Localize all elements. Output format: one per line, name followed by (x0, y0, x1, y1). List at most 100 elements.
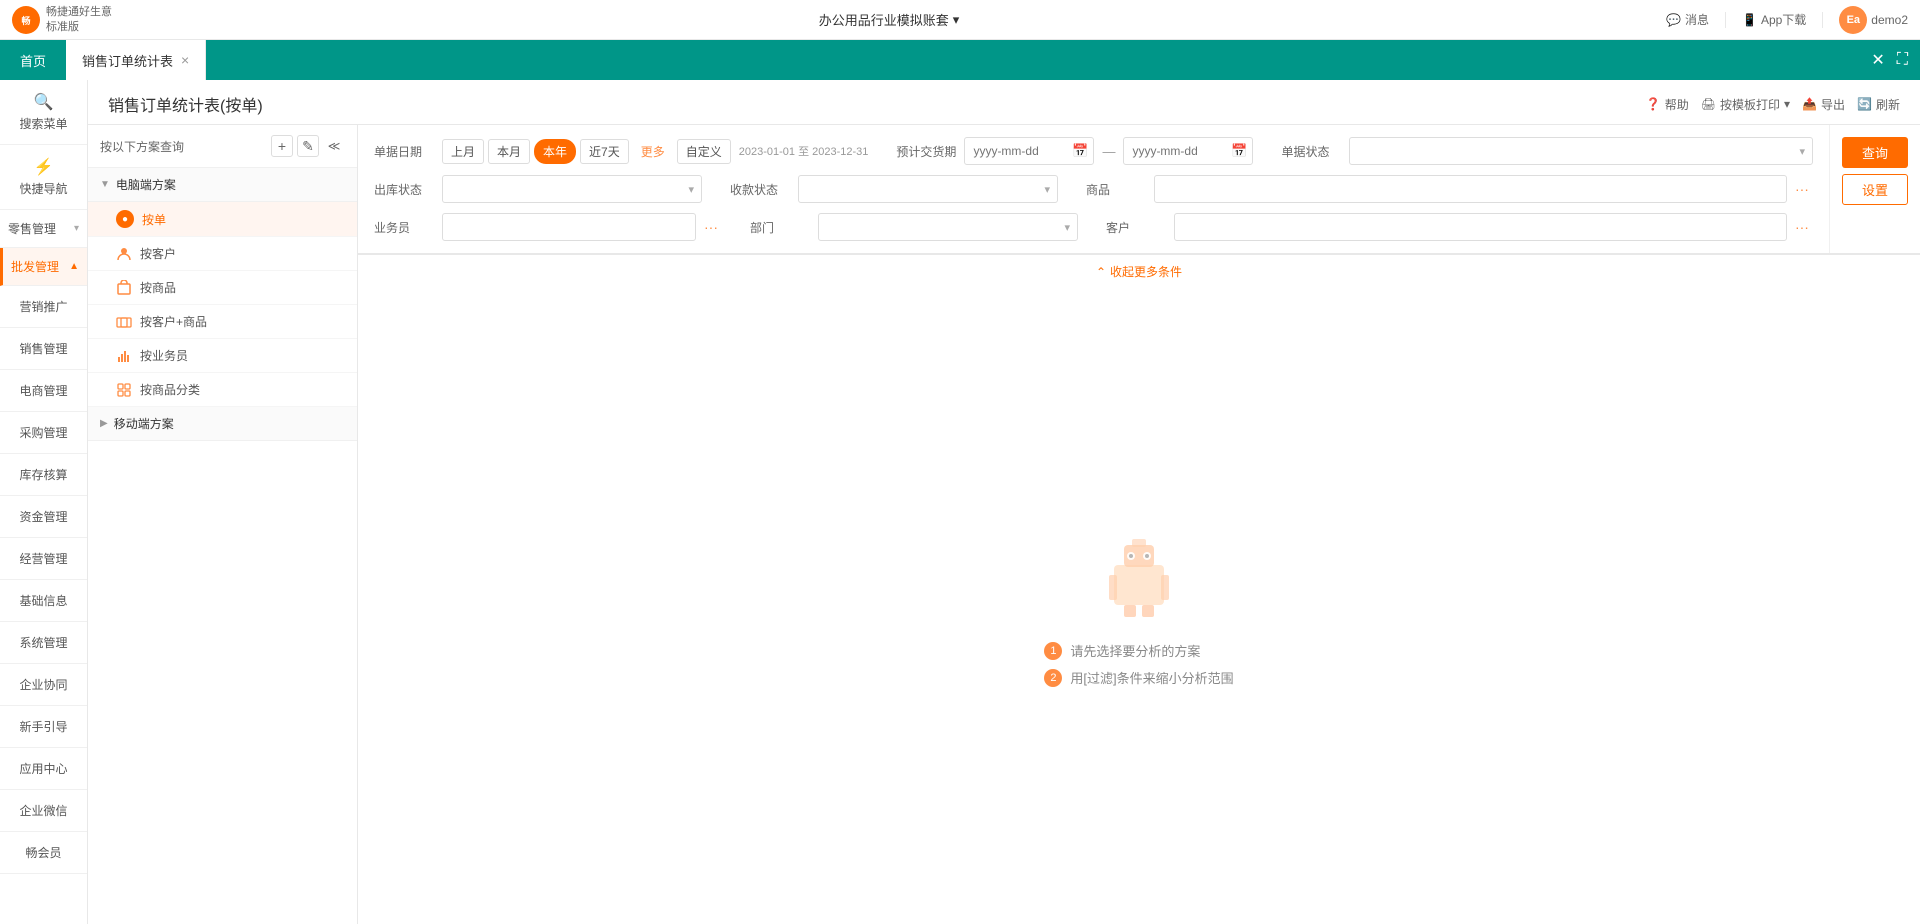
refresh-label: 刷新 (1876, 96, 1900, 113)
collapse-bar[interactable]: ⌃ 收起更多条件 (358, 254, 1920, 288)
user-action[interactable]: Ea demo2 (1839, 6, 1908, 34)
app-download-action[interactable]: 📱 App下载 (1742, 11, 1806, 28)
query-button[interactable]: 查询 (1842, 137, 1908, 168)
date-btn-custom[interactable]: 自定义 (677, 139, 731, 164)
date-btn-this-month[interactable]: 本月 (488, 139, 530, 164)
message-action[interactable]: 💬 消息 (1666, 11, 1709, 28)
workspace-dropdown-icon[interactable]: ▾ (953, 12, 960, 28)
pc-group-arrow: ▼ (100, 179, 110, 190)
sidebar-item-app-center[interactable]: 应用中心 (0, 748, 87, 790)
pc-group-label: 电脑端方案 (116, 176, 176, 193)
goods-input[interactable] (1154, 175, 1787, 203)
svg-text:畅: 畅 (21, 15, 30, 26)
sidebar-item-ecommerce[interactable]: 电商管理 (0, 370, 87, 412)
main-layout: 🔍 搜索菜单 ⚡ 快捷导航 零售管理 ▾ 批发管理 ▲ 营销推广 销售管理 电商… (0, 80, 1920, 924)
export-btn[interactable]: 📤 导出 (1802, 96, 1845, 113)
customer-input[interactable] (1174, 213, 1787, 241)
bill-status-label: 单据状态 (1281, 143, 1341, 160)
scheme-item-label: 按单 (142, 211, 166, 228)
tab-close-btn[interactable]: × (181, 52, 189, 68)
tip-text-1: 请先选择要分析的方案 (1070, 641, 1200, 660)
scheme-item-by-order[interactable]: ● 按单 (88, 202, 357, 237)
separator2 (1822, 12, 1823, 28)
workspace-area[interactable]: 办公用品行业模拟账套 ▾ (112, 10, 1666, 29)
salesperson-more-btn[interactable]: ··· (700, 219, 722, 235)
scheme-item-by-goods[interactable]: 按商品 (88, 271, 357, 305)
finance-label: 资金管理 (19, 508, 67, 525)
refresh-btn[interactable]: 🔄 刷新 (1857, 96, 1900, 113)
sidebar-item-wholesale-mgmt[interactable]: 批发管理 ▲ (0, 248, 87, 286)
scheme-item-label: 按客户 (140, 245, 176, 262)
by-goods-icon (116, 280, 132, 296)
refresh-icon: 🔄 (1857, 97, 1872, 111)
pc-scheme-group-header[interactable]: ▼ 电脑端方案 (88, 168, 357, 202)
sidebar-item-operations[interactable]: 经营管理 (0, 538, 87, 580)
goods-more-btn[interactable]: ··· (1791, 181, 1813, 197)
by-order-icon: ● (116, 210, 134, 228)
date-btn-more[interactable]: 更多 (633, 140, 673, 163)
maximize-btn[interactable]: ⛶ (1897, 51, 1908, 69)
add-scheme-btn[interactable]: + (271, 135, 293, 157)
scheme-item-by-salesperson[interactable]: 按业务员 (88, 339, 357, 373)
delivery-date-start-wrapper: 📅 (964, 137, 1094, 165)
settings-button[interactable]: 设置 (1842, 174, 1908, 205)
sidebar-item-enterprise-collab[interactable]: 企业协同 (0, 664, 87, 706)
page-title: 销售订单统计表(按单) (108, 92, 263, 116)
salesperson-input[interactable] (442, 213, 696, 241)
delivery-status-select[interactable]: 未出库 部分出库 全部出库 (442, 175, 702, 203)
tab-home[interactable]: 首页 (0, 40, 66, 80)
tab-sales-order[interactable]: 销售订单统计表 × (66, 40, 206, 80)
date-separator: — (1102, 144, 1115, 159)
customer-label: 客户 (1106, 219, 1166, 236)
sidebar-item-marketing[interactable]: 营销推广 (0, 286, 87, 328)
left-panel-header: 按以下方案查询 + ✎ ≪ (88, 125, 357, 168)
sidebar: 🔍 搜索菜单 ⚡ 快捷导航 零售管理 ▾ 批发管理 ▲ 营销推广 销售管理 电商… (0, 80, 88, 924)
marketing-label: 营销推广 (19, 298, 67, 315)
sidebar-item-quick-nav[interactable]: ⚡ 快捷导航 (0, 145, 87, 210)
basic-info-label: 基础信息 (19, 592, 67, 609)
sidebar-item-system[interactable]: 系统管理 (0, 622, 87, 664)
payment-status-select[interactable]: 未收款 部分收款 已收款 (798, 175, 1058, 203)
department-select[interactable] (818, 213, 1078, 241)
search-menu-icon: 🔍 (34, 92, 54, 112)
sidebar-item-finance[interactable]: 资金管理 (0, 496, 87, 538)
sidebar-item-purchase[interactable]: 采购管理 (0, 412, 87, 454)
sidebar-item-sales-mgmt[interactable]: 销售管理 (0, 328, 87, 370)
scheme-item-label: 按客户+商品 (140, 313, 207, 330)
mobile-scheme-group-header[interactable]: ▶ 移动端方案 (88, 407, 357, 441)
calendar-end-icon[interactable]: 📅 (1231, 143, 1247, 159)
workspace-selector[interactable]: 办公用品行业模拟账套 ▾ (819, 10, 960, 29)
tab-bar-right: ✕ ⛶ (1859, 40, 1920, 80)
scheme-item-by-customer-goods[interactable]: 按客户+商品 (88, 305, 357, 339)
minimize-btn[interactable]: ✕ (1871, 50, 1884, 70)
sidebar-item-basic-info[interactable]: 基础信息 (0, 580, 87, 622)
wholesale-mgmt-arrow: ▲ (69, 261, 79, 272)
help-btn[interactable]: ❓ 帮助 (1646, 96, 1689, 113)
mobile-group-label: 移动端方案 (114, 415, 174, 432)
template-print-btn[interactable]: 🖨 按模板打印 ▾ (1701, 96, 1790, 113)
date-btn-last-month[interactable]: 上月 (442, 139, 484, 164)
pc-scheme-group: ▼ 电脑端方案 ● 按单 按客户 (88, 168, 357, 407)
sidebar-item-member[interactable]: 畅会员 (0, 832, 87, 874)
calendar-start-icon[interactable]: 📅 (1072, 143, 1088, 159)
sidebar-item-enterprise-wechat[interactable]: 企业微信 (0, 790, 87, 832)
sidebar-item-new-guide[interactable]: 新手引导 (0, 706, 87, 748)
scheme-item-by-category[interactable]: 按商品分类 (88, 373, 357, 407)
sidebar-item-search-menu[interactable]: 🔍 搜索菜单 (0, 80, 87, 145)
tab-home-label: 首页 (20, 51, 46, 70)
bill-status-select[interactable]: 待审核 已审核 已关闭 (1349, 137, 1813, 165)
edit-scheme-btn[interactable]: ✎ (297, 135, 319, 157)
date-btn-last7days[interactable]: 近7天 (580, 139, 629, 164)
ecommerce-label: 电商管理 (19, 382, 67, 399)
scheme-item-by-customer[interactable]: 按客户 (88, 237, 357, 271)
collapse-panel-btn[interactable]: ≪ (323, 135, 345, 157)
sidebar-item-retail-mgmt[interactable]: 零售管理 ▾ (0, 210, 87, 248)
wholesale-mgmt-label: 批发管理 (11, 258, 59, 275)
customer-more-btn[interactable]: ··· (1791, 219, 1813, 235)
message-label: 消息 (1685, 11, 1709, 28)
date-btn-this-year[interactable]: 本年 (534, 139, 576, 164)
empty-state: 1 请先选择要分析的方案 2 用[过滤]条件来缩小分析范围 (358, 288, 1920, 924)
by-customer-icon (116, 246, 132, 262)
delivery-date-end-wrapper: 📅 (1123, 137, 1253, 165)
sidebar-item-inventory[interactable]: 库存核算 (0, 454, 87, 496)
